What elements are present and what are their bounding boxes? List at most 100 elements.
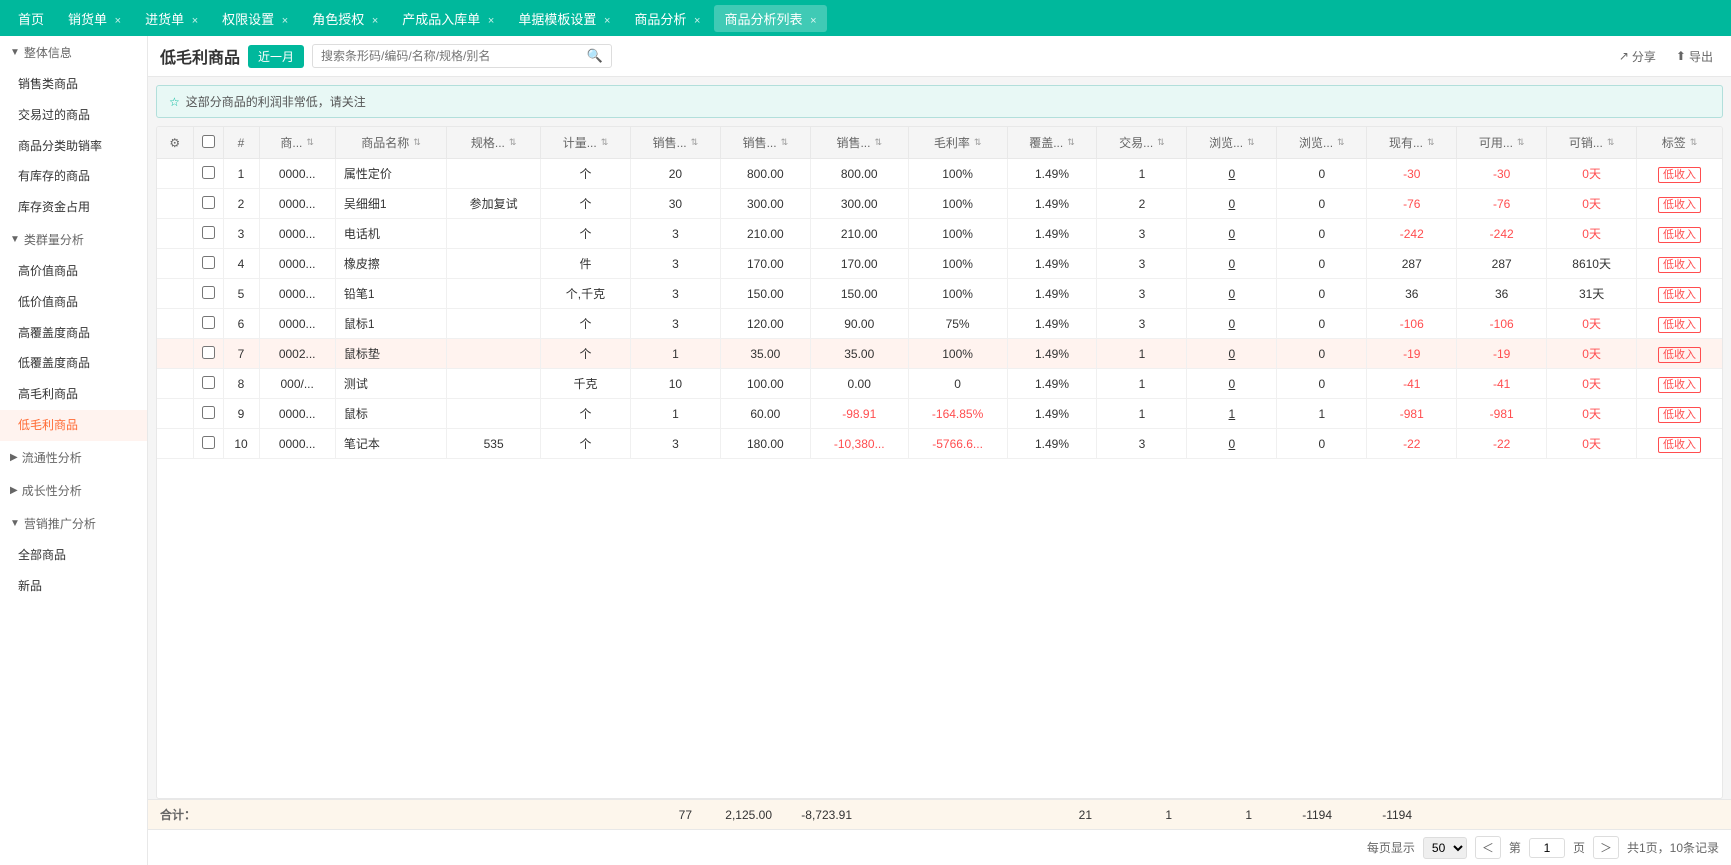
col-header-browse2[interactable]: 浏览...⇅ — [1277, 127, 1367, 159]
sidebar-item-capital[interactable]: 库存资金占用 — [0, 192, 147, 223]
close-analysis-list-icon[interactable]: × — [810, 15, 816, 27]
col-header-browse1[interactable]: 浏览...⇅ — [1187, 127, 1277, 159]
sidebar-item-high-margin[interactable]: 高毛利商品 — [0, 379, 147, 410]
sidebar-group-marketing[interactable]: ▼ 营销推广分析 — [0, 507, 147, 540]
sidebar-item-in-stock[interactable]: 有库存的商品 — [0, 161, 147, 192]
row-checkbox-8[interactable] — [202, 406, 215, 419]
col-header-spec[interactable]: 规格...⇅ — [447, 127, 541, 159]
cell-check[interactable] — [193, 399, 223, 429]
cell-check[interactable] — [193, 279, 223, 309]
close-template-icon[interactable]: × — [604, 15, 610, 27]
sidebar-item-traded-products[interactable]: 交易过的商品 — [0, 100, 147, 131]
sidebar-item-new-products[interactable]: 新品 — [0, 571, 147, 602]
row-checkbox-7[interactable] — [202, 376, 215, 389]
sidebar-group-growth[interactable]: ▶ 成长性分析 — [0, 474, 147, 507]
cell-browse1[interactable]: 0 — [1187, 309, 1277, 339]
cell-available: -19 — [1457, 339, 1547, 369]
col-header-available[interactable]: 可用...⇅ — [1457, 127, 1547, 159]
nav-sales-order[interactable]: 销货单 × — [58, 5, 131, 32]
row-checkbox-3[interactable] — [202, 256, 215, 269]
nav-product-analysis[interactable]: 商品分析 × — [624, 5, 710, 32]
close-product-icon[interactable]: × — [488, 15, 494, 27]
col-header-unit[interactable]: 计量...⇅ — [541, 127, 631, 159]
cell-check[interactable] — [193, 369, 223, 399]
col-header-code[interactable]: 商...⇅ — [259, 127, 335, 159]
cell-browse1[interactable]: 0 — [1187, 339, 1277, 369]
cell-check[interactable] — [193, 189, 223, 219]
search-input[interactable] — [321, 49, 587, 63]
cell-browse1[interactable]: 0 — [1187, 189, 1277, 219]
export-button[interactable]: ⬆ 导出 — [1670, 45, 1719, 68]
col-header-settings[interactable]: ⚙ — [157, 127, 193, 159]
cell-browse1[interactable]: 0 — [1187, 369, 1277, 399]
page-prefix: 第 — [1509, 839, 1521, 856]
prev-page-button[interactable]: ＜ — [1475, 836, 1501, 859]
cell-browse1[interactable]: 0 — [1187, 279, 1277, 309]
col-header-sales-qty[interactable]: 销售...⇅ — [630, 127, 720, 159]
nav-role-auth[interactable]: 角色授权 × — [302, 5, 388, 32]
close-role-icon[interactable]: × — [372, 15, 378, 27]
col-header-sales-price[interactable]: 销售...⇅ — [720, 127, 810, 159]
cell-check[interactable] — [193, 309, 223, 339]
nav-template-settings[interactable]: 单据模板设置 × — [508, 5, 620, 32]
sidebar-item-sales-products[interactable]: 销售类商品 — [0, 69, 147, 100]
cell-check[interactable] — [193, 429, 223, 459]
sidebar-item-category-rate[interactable]: 商品分类助销率 — [0, 131, 147, 162]
row-checkbox-2[interactable] — [202, 226, 215, 239]
col-header-name[interactable]: 商品名称⇅ — [335, 127, 446, 159]
cell-browse1[interactable]: 0 — [1187, 159, 1277, 189]
per-page-select[interactable]: 50 — [1423, 837, 1467, 859]
row-checkbox-0[interactable] — [202, 166, 215, 179]
next-page-button[interactable]: ＞ — [1593, 836, 1619, 859]
cell-coverage: 1.49% — [1007, 309, 1097, 339]
col-header-gross-rate[interactable]: 毛利率⇅ — [908, 127, 1007, 159]
close-sales-order-icon[interactable]: × — [115, 15, 121, 27]
sidebar-group-overall[interactable]: ▼ 整体信息 — [0, 36, 147, 69]
cell-browse1[interactable]: 0 — [1187, 219, 1277, 249]
sidebar-item-high-coverage[interactable]: 高覆盖度商品 — [0, 318, 147, 349]
nav-product-inbound[interactable]: 产成品入库单 × — [392, 5, 504, 32]
close-analysis-icon[interactable]: × — [694, 15, 700, 27]
sidebar-item-low-coverage[interactable]: 低覆盖度商品 — [0, 348, 147, 379]
cell-settings — [157, 429, 193, 459]
row-checkbox-9[interactable] — [202, 436, 215, 449]
cell-browse1[interactable]: 0 — [1187, 429, 1277, 459]
sidebar-group-cluster[interactable]: ▼ 类群量分析 — [0, 223, 147, 256]
cell-saleable: 0天 — [1547, 399, 1637, 429]
sidebar-group-circulation[interactable]: ▶ 流通性分析 — [0, 441, 147, 474]
nav-purchase-order[interactable]: 进货单 × — [135, 5, 208, 32]
close-permission-icon[interactable]: × — [282, 15, 288, 27]
row-checkbox-4[interactable] — [202, 286, 215, 299]
nav-home[interactable]: 首页 — [8, 5, 54, 32]
select-all-checkbox[interactable] — [202, 135, 215, 148]
cell-saleable: 8610天 — [1547, 249, 1637, 279]
close-purchase-order-icon[interactable]: × — [192, 15, 198, 27]
time-filter-button[interactable]: 近一月 — [248, 45, 304, 68]
row-checkbox-6[interactable] — [202, 346, 215, 359]
sidebar-item-all-products[interactable]: 全部商品 — [0, 540, 147, 571]
page-number-input[interactable] — [1529, 838, 1565, 858]
row-checkbox-1[interactable] — [202, 196, 215, 209]
cell-check[interactable] — [193, 249, 223, 279]
col-header-coverage[interactable]: 覆盖...⇅ — [1007, 127, 1097, 159]
nav-product-analysis-list[interactable]: 商品分析列表 × — [714, 5, 826, 32]
col-header-tag[interactable]: 标签⇅ — [1637, 127, 1722, 159]
cell-check[interactable] — [193, 219, 223, 249]
cell-browse1[interactable]: 0 — [1187, 249, 1277, 279]
share-button[interactable]: ↗ 分享 — [1613, 45, 1662, 68]
cell-sales-qty: 30 — [630, 189, 720, 219]
search-box[interactable]: 🔍 — [312, 44, 612, 68]
nav-permission-settings[interactable]: 权限设置 × — [212, 5, 298, 32]
sidebar-item-low-margin[interactable]: 低毛利商品 — [0, 410, 147, 441]
col-header-sales-profit[interactable]: 销售...⇅ — [810, 127, 908, 159]
row-checkbox-5[interactable] — [202, 316, 215, 329]
col-header-check[interactable] — [193, 127, 223, 159]
sidebar-item-low-value[interactable]: 低价值商品 — [0, 287, 147, 318]
cell-check[interactable] — [193, 339, 223, 369]
sidebar-item-high-value[interactable]: 高价值商品 — [0, 256, 147, 287]
cell-check[interactable] — [193, 159, 223, 189]
col-header-current[interactable]: 现有...⇅ — [1367, 127, 1457, 159]
col-header-saleable[interactable]: 可销...⇅ — [1547, 127, 1637, 159]
col-header-trade[interactable]: 交易...⇅ — [1097, 127, 1187, 159]
cell-browse1[interactable]: 1 — [1187, 399, 1277, 429]
